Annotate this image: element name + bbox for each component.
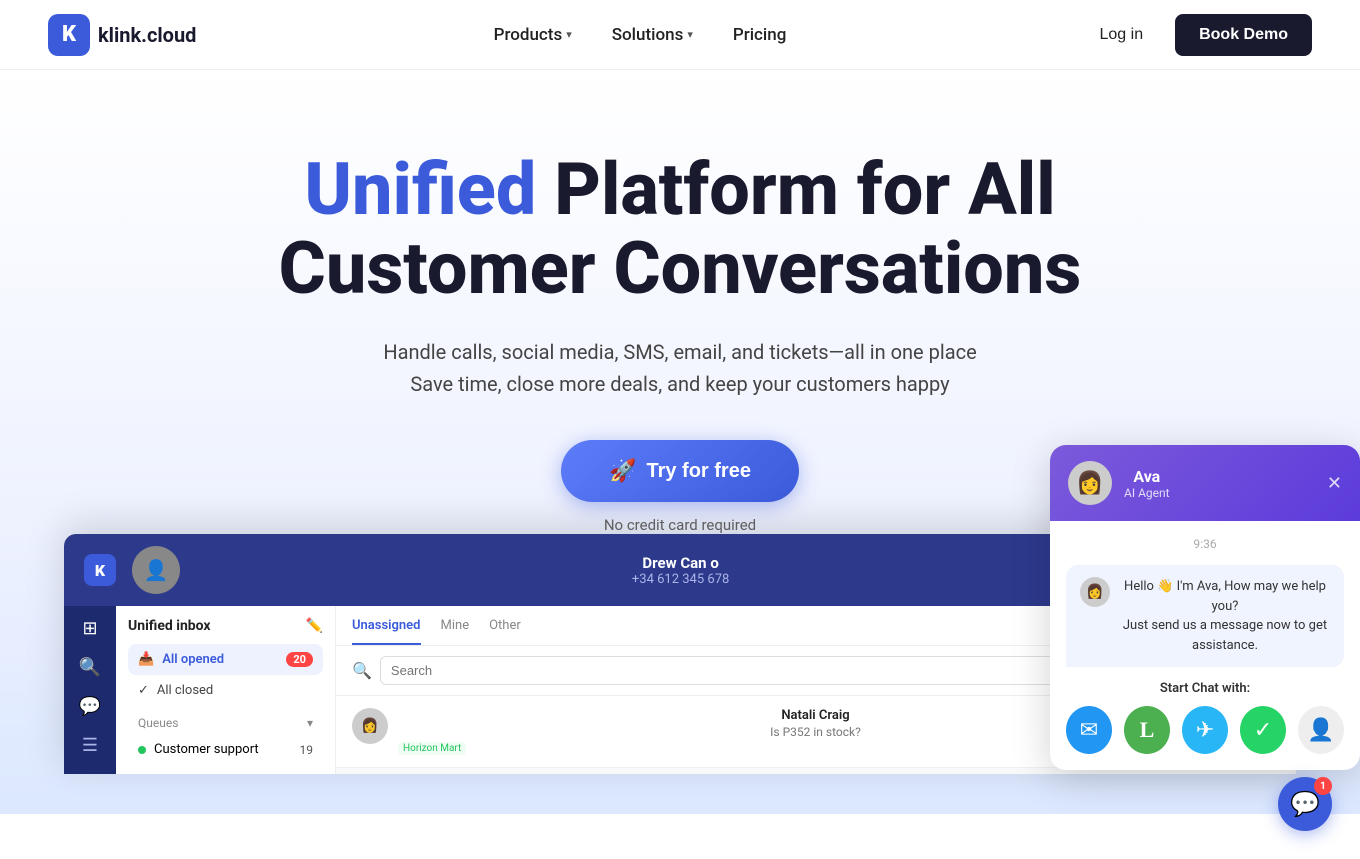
- chat-bubble: 👩 Hello 👋 I'm Ava, How may we help you? …: [1066, 565, 1344, 667]
- channel-line-button[interactable]: L: [1124, 706, 1170, 754]
- login-button[interactable]: Log in: [1084, 18, 1160, 52]
- search-icon: 🔍: [352, 661, 372, 680]
- rocket-icon: 🚀: [609, 458, 636, 484]
- db-caller-avatar: 👤: [132, 546, 180, 594]
- chat-agent-avatar: 👩: [1068, 461, 1112, 505]
- tab-unassigned[interactable]: Unassigned: [352, 618, 421, 645]
- nav-solutions[interactable]: Solutions ▾: [608, 17, 697, 53]
- book-demo-button[interactable]: Book Demo: [1175, 14, 1312, 56]
- chat-widget: 👩 Ava AI Agent ✕ 9:36 👩 Hello 👋 I'm Ava,…: [1050, 445, 1360, 770]
- expand-icon[interactable]: ▾: [307, 716, 313, 730]
- channel-telegram-button[interactable]: ✈: [1182, 706, 1228, 754]
- navbar: K klink.cloud Products ▾ Solutions ▾ Pri…: [0, 0, 1360, 70]
- hero-title: Unified Platform for All Customer Conver…: [230, 150, 1130, 308]
- db-logo: K: [84, 554, 116, 586]
- db-sidebar: Unified inbox ✏️ 📥 All opened 20 ✓ All c…: [116, 606, 336, 774]
- conv-tag: Horizon Mart: [398, 742, 466, 755]
- check-icon: ✓: [138, 683, 149, 698]
- hero-section: Unified Platform for All Customer Conver…: [0, 70, 1360, 814]
- chat-timestamp: 9:36: [1066, 537, 1344, 551]
- queues-label: Queues: [138, 716, 178, 730]
- chat-widget-body: 9:36 👩 Hello 👋 I'm Ava, How may we help …: [1050, 521, 1360, 770]
- chat-channels: ✉ L ✈ ✓ 👤: [1066, 706, 1344, 754]
- conv-avatar: 👩: [352, 708, 388, 744]
- chat-icon[interactable]: 💬: [79, 696, 101, 717]
- filter-all-closed[interactable]: ✓ All closed: [128, 675, 323, 706]
- chat-widget-header: 👩 Ava AI Agent ✕: [1050, 445, 1360, 521]
- db-caller-phone: +34 612 345 678: [196, 572, 1165, 587]
- floating-chat-badge: 1: [1314, 777, 1332, 795]
- hero-subtitle: Handle calls, social media, SMS, email, …: [24, 336, 1336, 400]
- start-chat-label: Start Chat with:: [1066, 681, 1344, 696]
- db-caller-name: Drew Can o: [196, 554, 1165, 572]
- logo-icon: K: [48, 14, 90, 56]
- opened-badge: 20: [286, 652, 313, 667]
- logo-link[interactable]: K klink.cloud: [48, 14, 196, 56]
- chevron-down-icon: ▾: [687, 28, 693, 41]
- search-icon[interactable]: 🔍: [79, 657, 101, 678]
- tab-mine[interactable]: Mine: [441, 618, 470, 645]
- nav-menu: Products ▾ Solutions ▾ Pricing: [490, 17, 791, 53]
- chat-close-button[interactable]: ✕: [1327, 473, 1342, 494]
- sidebar-inbox-title: Unified inbox: [128, 618, 211, 634]
- chat-bubble-avatar: 👩: [1080, 577, 1110, 607]
- edit-icon[interactable]: ✏️: [306, 618, 323, 634]
- nav-products[interactable]: Products ▾: [490, 17, 576, 53]
- list-icon[interactable]: ☰: [82, 735, 98, 756]
- db-sidebar-icons: ⊞ 🔍 💬 ☰: [64, 606, 116, 774]
- chat-agent-name: Ava: [1124, 467, 1170, 486]
- inbox-icon: 📥: [138, 652, 154, 667]
- channel-agent-button[interactable]: 👤: [1298, 706, 1344, 754]
- brand-name: klink.cloud: [98, 23, 196, 47]
- queue-item[interactable]: Customer support 19: [128, 736, 323, 763]
- channel-email-button[interactable]: ✉: [1066, 706, 1112, 754]
- floating-chat-button[interactable]: 💬 1: [1278, 777, 1332, 831]
- try-for-free-button[interactable]: 🚀 Try for free: [561, 440, 799, 502]
- chat-agent-role: AI Agent: [1124, 486, 1170, 500]
- filter-all-opened[interactable]: 📥 All opened 20: [128, 644, 323, 675]
- channel-whatsapp-button[interactable]: ✓: [1240, 706, 1286, 754]
- home-icon[interactable]: ⊞: [82, 618, 97, 639]
- nav-actions: Log in Book Demo: [1084, 14, 1313, 56]
- tab-other[interactable]: Other: [489, 618, 521, 645]
- nav-pricing[interactable]: Pricing: [729, 17, 791, 53]
- queue-dot: [138, 746, 146, 754]
- chevron-down-icon: ▾: [566, 28, 572, 41]
